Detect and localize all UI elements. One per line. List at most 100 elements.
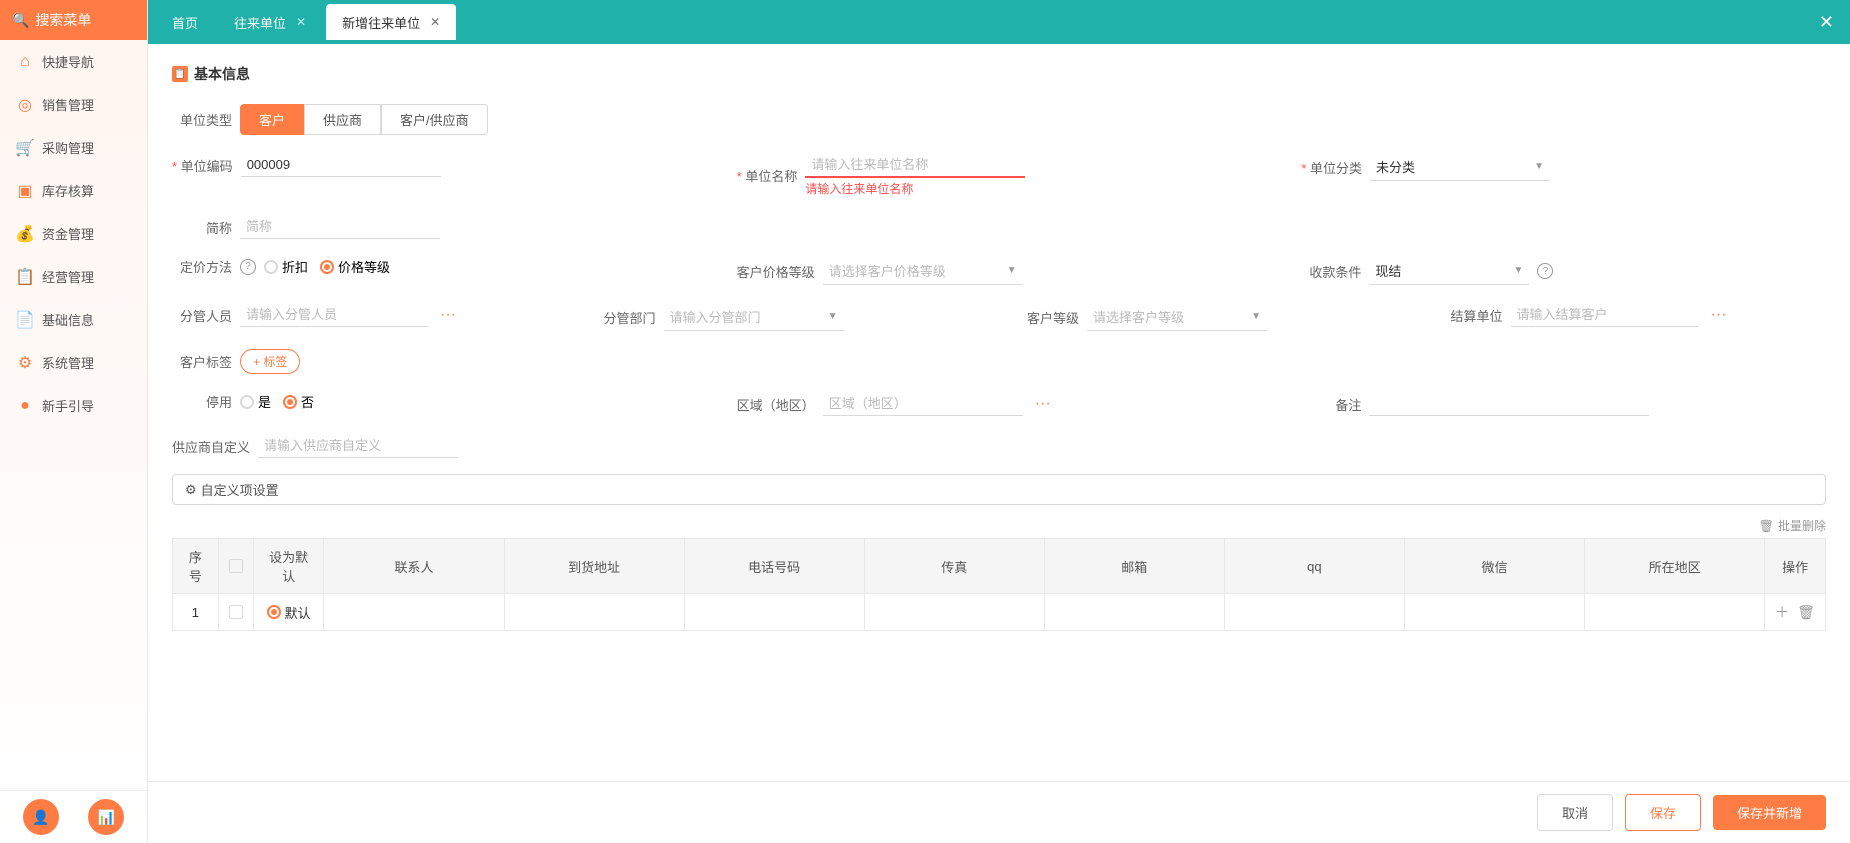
search-icon: 🔍 [12,12,29,29]
row-address[interactable] [504,594,684,631]
settlement-unit-field: 结算单位 ··· [1443,303,1827,327]
sidebar-item-finance[interactable]: 💰 资金管理 [0,212,147,255]
tab-home[interactable]: 首页 [156,4,214,40]
sidebar-item-system[interactable]: ⚙ 系统管理 [0,341,147,384]
sidebar-item-operations[interactable]: 📋 经营管理 [0,255,147,298]
row-delete-btn[interactable]: 🗑 [1797,604,1815,621]
settlement-unit-input[interactable] [1511,303,1699,327]
department-select[interactable]: 请输入分管部门 ▼ [664,303,844,331]
unit-code-input[interactable] [241,153,441,177]
remark-field: 备注 [1301,392,1826,416]
type-btn-supplier[interactable]: 供应商 [304,104,381,135]
row-checkbox[interactable] [229,605,243,619]
pricing-discount-option[interactable]: 折扣 [264,257,308,276]
sidebar-item-sales[interactable]: ◎ 销售管理 [0,83,147,126]
sidebar-label-quick-nav: 快捷导航 [42,52,94,71]
sidebar-search[interactable]: 🔍 搜索菜单 [0,0,147,40]
row-region-input[interactable] [1595,605,1754,620]
settlement-unit-more-btn[interactable]: ··· [1707,306,1731,324]
tab-new-partner[interactable]: 新增往来单位✕ [326,4,456,40]
sidebar-icon-system: ⚙ [16,354,34,372]
supplier-custom-input[interactable] [258,434,458,458]
payment-terms-field: 收款条件 现结 ▼ ? [1301,257,1826,285]
sidebar-label-basic: 基础信息 [42,310,94,329]
disabled-label: 停用 [172,392,232,411]
fax-input[interactable] [875,605,1034,620]
row-add-btn[interactable]: ＋ [1775,602,1789,622]
customer-price-level-select[interactable]: 请选择客户价格等级 ▼ [823,257,1023,285]
qq-input[interactable] [1235,605,1394,620]
pricing-help-icon[interactable]: ? [240,259,256,275]
unit-category-select[interactable]: 未分类 ▼ [1370,153,1550,181]
short-name-input[interactable] [240,215,440,239]
sidebar-user-btn[interactable]: 👤 [23,799,59,835]
row-email[interactable] [1044,594,1224,631]
row-wechat[interactable] [1405,594,1585,631]
save-button[interactable]: 保存 [1625,794,1701,831]
row-check[interactable] [218,594,253,631]
supplier-custom-label: 供应商自定义 [172,437,250,456]
wechat-input[interactable] [1415,605,1574,620]
select-all-checkbox[interactable] [229,559,243,573]
contact-input[interactable] [334,605,493,620]
cancel-button[interactable]: 取消 [1537,794,1613,831]
manager-more-btn[interactable]: ··· [436,306,460,324]
contacts-table: 序号设为默认联系人到货地址电话号码传真邮箱qq微信所在地区操作 1 默认 [172,538,1826,631]
unit-name-input-group: 请输入往来单位名称 [805,153,1025,197]
sidebar-label-finance: 资金管理 [42,224,94,243]
phone-input[interactable] [695,605,854,620]
main-area: 首页往来单位✕新增往来单位✕ ✕ 📋 基本信息 单位类型 客户供应商客户/供应商… [148,0,1850,843]
disabled-field: 停用 是 否 [172,392,697,411]
pricing-level-option[interactable]: 价格等级 [320,257,390,276]
add-tag-btn[interactable]: + 标签 [240,349,300,374]
delete-icon: 🗑 [1759,519,1774,533]
row-seq: 1 [173,594,219,631]
remark-input[interactable] [1369,392,1649,416]
row-contact[interactable] [324,594,504,631]
sidebar-item-quick-nav[interactable]: ⌂ 快捷导航 [0,40,147,83]
sidebar-item-purchase[interactable]: 🛒 采购管理 [0,126,147,169]
window-close-btn[interactable]: ✕ [1811,8,1842,37]
sidebar-item-guide[interactable]: ● 新手引导 [0,384,147,427]
disabled-no-dot [287,399,293,405]
custom-settings-label: 自定义项设置 [201,480,279,499]
manager-input[interactable] [240,303,428,327]
content-area: 📋 基本信息 单位类型 客户供应商客户/供应商 单位编码 单位名称 请输入往来单… [148,44,1850,781]
row-region[interactable] [1585,594,1765,631]
sidebar-icon-operations: 📋 [16,268,34,286]
save-new-button[interactable]: 保存并新增 [1713,795,1826,830]
row-fax[interactable] [864,594,1044,631]
row-default: 默认 [253,594,324,631]
payment-help-icon[interactable]: ? [1537,263,1553,279]
region-more-btn[interactable]: ··· [1031,395,1055,413]
custom-settings-btn[interactable]: ⚙ 自定义项设置 [172,474,1826,505]
code-name-category-row: 单位编码 单位名称 请输入往来单位名称 单位分类 未分类 ▼ [172,153,1826,197]
sidebar-stats-btn[interactable]: 📊 [88,799,124,835]
customer-level-field: 客户等级 请选择客户等级 ▼ [1019,303,1403,331]
sidebar-item-inventory[interactable]: ▣ 库存核算 [0,169,147,212]
sidebar-item-basic[interactable]: 📄 基础信息 [0,298,147,341]
unit-name-input[interactable] [805,153,1025,178]
row-default-radio[interactable]: 默认 [267,603,311,622]
email-input[interactable] [1055,605,1214,620]
payment-terms-select[interactable]: 现结 ▼ [1369,257,1529,285]
region-field: 区域（地区） ··· [737,392,1262,416]
row-phone[interactable] [684,594,864,631]
type-btn-both[interactable]: 客户/供应商 [381,104,488,135]
disabled-no-option[interactable]: 否 [283,392,314,411]
customer-level-select[interactable]: 请选择客户等级 ▼ [1087,303,1267,331]
address-input[interactable] [515,605,674,620]
unit-name-label: 单位名称 [737,166,798,185]
tab-close-partner[interactable]: ✕ [296,15,306,29]
row-qq[interactable] [1224,594,1404,631]
table-header-10: 所在地区 [1585,539,1765,594]
tab-partner[interactable]: 往来单位✕ [218,4,322,40]
unit-code-field: 单位编码 [172,153,697,177]
disabled-yes-option[interactable]: 是 [240,392,271,411]
type-btn-customer[interactable]: 客户 [240,104,304,135]
batch-delete-label[interactable]: 批量删除 [1778,517,1826,534]
tab-close-new-partner[interactable]: ✕ [430,15,440,29]
pricing-radio-group: 折扣 价格等级 [264,257,390,276]
region-input[interactable] [823,392,1023,416]
sidebar-label-operations: 经营管理 [42,267,94,286]
